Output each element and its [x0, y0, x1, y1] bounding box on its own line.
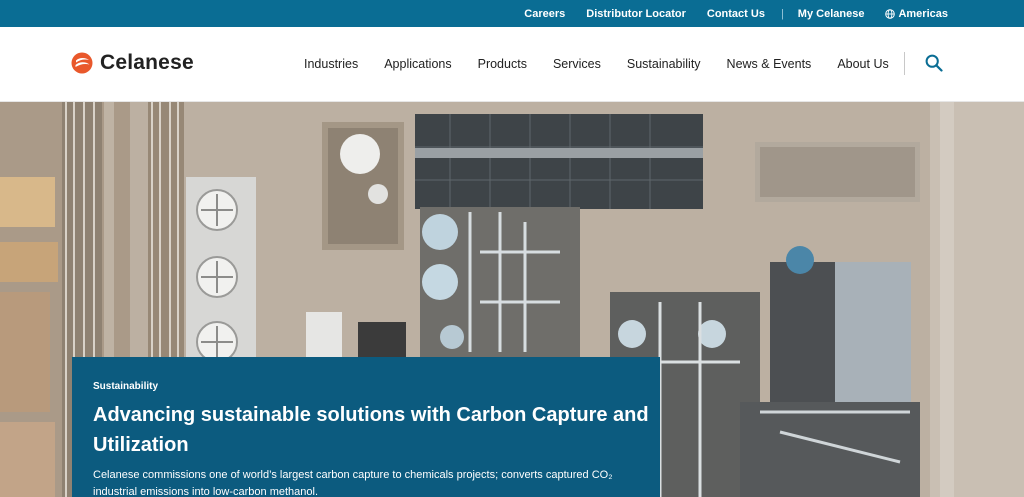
celanese-logo[interactable]: Celanese	[71, 51, 194, 75]
nav-industries[interactable]: Industries	[304, 57, 358, 71]
distributor-locator-link[interactable]: Distributor Locator	[586, 8, 686, 20]
contact-us-link[interactable]: Contact Us	[707, 8, 765, 20]
nav-sustainability[interactable]: Sustainability	[627, 57, 701, 71]
hero-eyebrow: Sustainability	[93, 381, 159, 392]
utility-bar: Careers Distributor Locator Contact Us |…	[0, 0, 1024, 27]
hero-title: Advancing sustainable solutions with Car…	[93, 404, 649, 456]
nav-about-us[interactable]: About Us	[837, 57, 888, 71]
globe-icon	[885, 8, 896, 19]
main-nav: Industries Applications Products Service…	[291, 27, 902, 101]
utility-links: Careers Distributor Locator Contact Us |…	[503, 0, 948, 27]
hero-banner: Sustainability Advancing sustainable sol…	[0, 102, 1024, 497]
brand-name: Celanese	[100, 51, 194, 74]
main-header: Celanese Industries Applications Product…	[0, 27, 1024, 102]
my-celanese-link[interactable]: My Celanese	[798, 8, 865, 20]
hero-body: Celanese commissions one of world’s larg…	[93, 469, 613, 497]
nav-divider	[904, 52, 905, 75]
careers-link[interactable]: Careers	[524, 8, 565, 20]
nav-products[interactable]: Products	[478, 57, 527, 71]
nav-services[interactable]: Services	[553, 57, 601, 71]
utility-separator: |	[780, 7, 784, 20]
region-selector[interactable]: Americas	[885, 8, 948, 20]
celanese-logo-icon	[71, 52, 93, 74]
nav-applications[interactable]: Applications	[384, 57, 451, 71]
nav-news-events[interactable]: News & Events	[727, 57, 812, 71]
region-label: Americas	[898, 7, 948, 20]
hero-caption-card[interactable]: Sustainability Advancing sustainable sol…	[72, 357, 660, 497]
search-icon[interactable]	[925, 54, 943, 72]
